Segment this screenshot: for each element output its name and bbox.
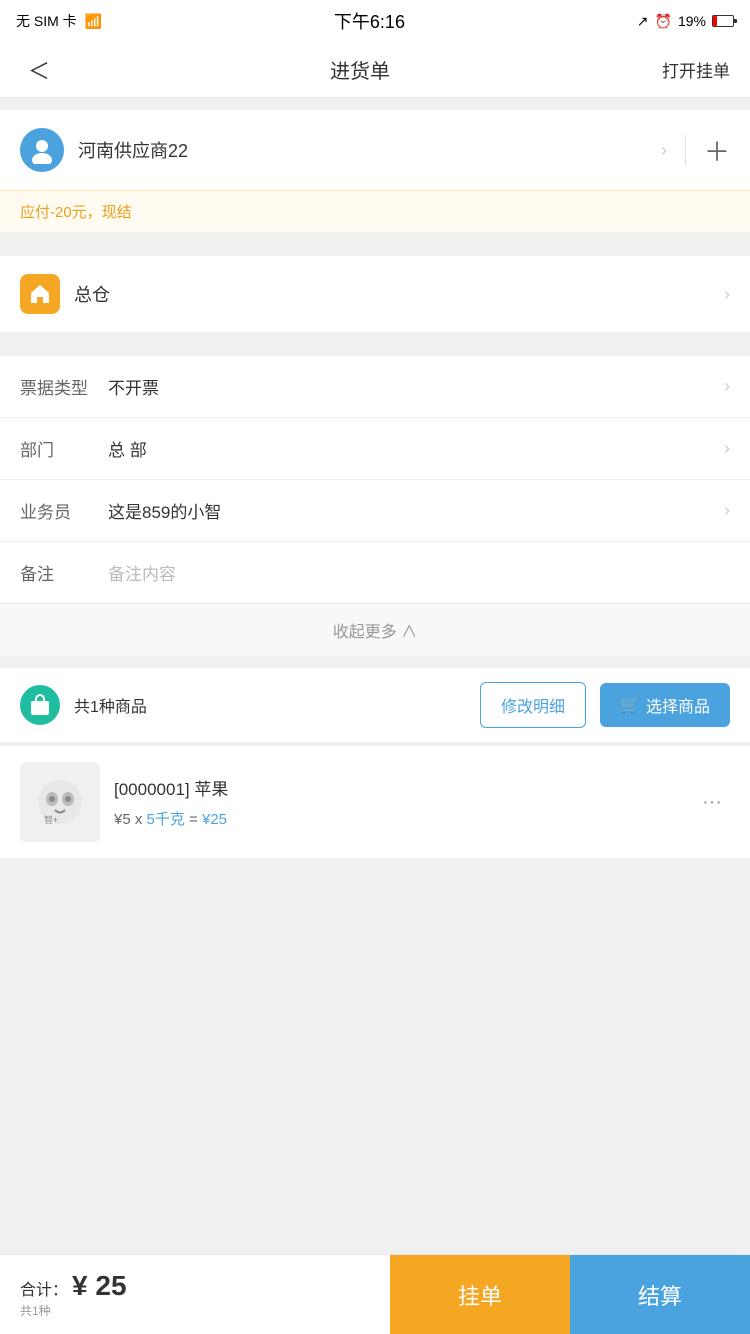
product-name: [0000001] 苹果 xyxy=(114,775,680,800)
invoice-label: 票据类型 xyxy=(20,374,100,399)
gap-2 xyxy=(0,232,750,244)
total-label: 合计： xyxy=(20,1276,68,1300)
remark-input[interactable]: 备注内容 xyxy=(100,560,730,585)
product-info: [0000001] 苹果 ¥5 x 5千克 = ¥25 xyxy=(114,775,680,829)
status-bar: 无 SIM 卡 📶 下午6:16 ↗ ⏰ 19% xyxy=(0,0,750,42)
edit-detail-button[interactable]: 修改明细 xyxy=(480,682,586,728)
select-product-button[interactable]: 🛒 选择商品 xyxy=(600,683,730,727)
checkout-button[interactable]: 结算 xyxy=(570,1255,750,1334)
back-button[interactable]: ＜ xyxy=(20,46,58,94)
product-count-text: 共1种商品 xyxy=(74,693,466,717)
supplier-row[interactable]: 河南供应商22 › ＋ xyxy=(0,110,750,190)
salesperson-row[interactable]: 业务员 这是859的小智 › xyxy=(0,480,750,542)
cart-icon: 🛒 xyxy=(620,695,640,715)
remark-label: 备注 xyxy=(20,560,100,585)
footer-spacer xyxy=(0,858,750,938)
department-row[interactable]: 部门 总 部 › xyxy=(0,418,750,480)
invoice-row[interactable]: 票据类型 不开票 › xyxy=(0,356,750,418)
location-icon: ↗ xyxy=(637,13,649,30)
product-divider xyxy=(0,742,750,744)
department-chevron-icon: › xyxy=(724,438,730,459)
status-right: ↗ ⏰ 19% xyxy=(637,13,734,30)
gap-1 xyxy=(0,98,750,110)
form-section: 票据类型 不开票 › 部门 总 部 › 业务员 这是859的小智 › 备注 备注… xyxy=(0,356,750,603)
product-more-button[interactable]: ··· xyxy=(694,787,730,818)
department-value: 总 部 xyxy=(100,436,724,461)
product-item: 智+ [0000001] 苹果 ¥5 x 5千克 = ¥25 ··· xyxy=(0,746,750,858)
supplier-name: 河南供应商22 xyxy=(78,137,661,163)
supplier-section: 河南供应商22 › ＋ 应付-20元，现结 xyxy=(0,110,750,232)
remark-row[interactable]: 备注 备注内容 xyxy=(0,542,750,603)
warehouse-chevron-icon: › xyxy=(724,284,730,305)
salesperson-value: 这是859的小智 xyxy=(100,498,724,523)
salesperson-chevron-icon: › xyxy=(724,500,730,521)
svg-text:智+: 智+ xyxy=(44,814,58,825)
page-title: 进货单 xyxy=(330,55,390,84)
shopping-bag-icon xyxy=(28,693,52,717)
warehouse-row[interactable]: 总仓 › xyxy=(0,256,750,332)
warehouse-icon xyxy=(20,274,60,314)
status-carrier: 无 SIM 卡 📶 xyxy=(16,11,102,31)
status-time: 下午6:16 xyxy=(334,8,405,34)
total-section: 合计： ¥ 25 共1种 xyxy=(0,1255,390,1334)
person-icon xyxy=(28,136,56,164)
nav-bar: ＜ 进货单 打开挂单 xyxy=(0,42,750,98)
gap-4 xyxy=(0,656,750,668)
supplier-chevron-icon: › xyxy=(661,140,667,161)
warehouse-name: 总仓 xyxy=(74,281,724,307)
gap-3 xyxy=(0,332,750,344)
product-header: 共1种商品 修改明细 🛒 选择商品 xyxy=(0,668,750,742)
owl-logo: 智+ xyxy=(35,777,85,827)
invoice-chevron-icon: › xyxy=(724,376,730,397)
battery-icon xyxy=(712,15,734,27)
product-image: 智+ xyxy=(20,762,100,842)
hang-button[interactable]: 挂单 xyxy=(390,1255,570,1334)
product-price: ¥5 x 5千克 = ¥25 xyxy=(114,808,680,829)
total-amount: ¥ 25 xyxy=(72,1270,127,1302)
open-pending-button[interactable]: 打开挂单 xyxy=(662,57,730,82)
notice-banner: 应付-20元，现结 xyxy=(0,190,750,232)
invoice-value: 不开票 xyxy=(100,374,724,399)
salesperson-label: 业务员 xyxy=(20,498,100,523)
supplier-avatar xyxy=(20,128,64,172)
divider xyxy=(685,135,686,165)
wifi-icon: 📶 xyxy=(85,13,102,30)
home-icon xyxy=(29,283,51,305)
alarm-icon: ⏰ xyxy=(655,13,672,30)
department-label: 部门 xyxy=(20,436,100,461)
product-count-icon xyxy=(20,685,60,725)
collapse-button[interactable]: 收起更多 ∧ xyxy=(0,603,750,656)
add-button[interactable]: ＋ xyxy=(704,132,730,169)
total-count: 共1种 xyxy=(20,1302,370,1319)
battery-text: 19% xyxy=(678,13,706,29)
bottom-bar: 合计： ¥ 25 共1种 挂单 结算 xyxy=(0,1254,750,1334)
notice-text: 应付-20元，现结 xyxy=(20,204,132,221)
